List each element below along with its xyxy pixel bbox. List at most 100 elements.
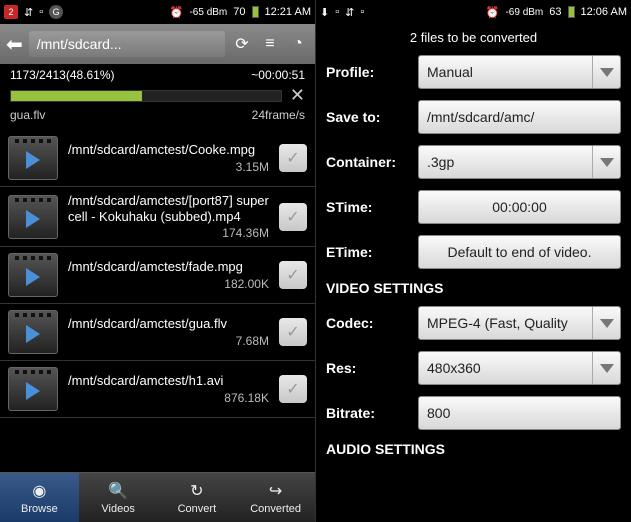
tab-label: Videos [101,503,134,515]
codec-label: Codec: [326,315,408,331]
etime-input[interactable]: Default to end of video. [418,235,621,269]
battery-level: 63 [549,6,561,18]
file-size: 7.68M [68,334,269,348]
signal-strength: -69 dBm [505,7,543,18]
cancel-progress-button[interactable]: ✕ [290,85,305,106]
bottom-tabs: ◉ Browse 🔍 Videos ↻ Convert ↪ Converted [0,472,315,522]
codec-value: MPEG-4 (Fast, Quality [427,315,568,331]
tab-label: Convert [178,503,217,515]
convert-settings-screen: ⬇ ▫ ⇵ ▫ ⏰ -69 dBm 63 12:06 AM 2 files to… [315,0,631,522]
android-icon: ▫ [39,6,43,18]
usb-icon: ⇵ [345,6,354,19]
android-icon: ▫ [360,6,364,18]
alarm-icon: ⏰ [486,6,500,19]
file-size: 174.36M [68,226,269,240]
etime-value: Default to end of video. [448,244,592,260]
path-display[interactable]: /mnt/sdcard... [29,31,225,57]
list-item[interactable]: /mnt/sdcard/amctest/fade.mpg 182.00K ✓ [0,247,315,304]
file-size: 182.00K [68,277,269,291]
video-thumb-icon [8,253,58,297]
tab-label: Converted [250,503,301,515]
file-name: /mnt/sdcard/amctest/gua.flv [68,316,269,332]
select-checkbox[interactable]: ✓ [279,375,307,403]
audio-settings-header: AUDIO SETTINGS [326,441,621,457]
file-name: /mnt/sdcard/amctest/h1.avi [68,373,269,389]
video-thumb-icon [8,367,58,411]
back-button[interactable]: ⬅ [6,32,23,57]
list-item[interactable]: /mnt/sdcard/amctest/[port87] supercell -… [0,187,315,247]
container-label: Container: [326,154,408,170]
codec-select[interactable]: MPEG-4 (Fast, Quality [418,306,621,340]
bitrate-label: Bitrate: [326,405,408,421]
file-name: /mnt/sdcard/amctest/Cooke.mpg [68,142,269,158]
list-item[interactable]: /mnt/sdcard/amctest/h1.avi 876.18K ✓ [0,361,315,418]
chevron-down-icon [600,364,614,373]
select-checkbox[interactable]: ✓ [279,261,307,289]
notification-badge: 2 [4,5,18,19]
profile-label: Profile: [326,64,408,80]
bitrate-input[interactable]: 800 [418,396,621,430]
stime-label: STime: [326,199,408,215]
alarm-icon: ⏰ [170,6,184,19]
video-thumb-icon [8,195,58,239]
signal-strength: -65 dBm [189,7,227,18]
settings-form: Profile: Manual Save to: /mnt/sdcard/amc… [316,51,631,471]
progress-fill [11,91,142,101]
status-bar-left: 2 ⇵ ▫ G ⏰ -65 dBm 70 12:21 AM [0,0,315,24]
list-item[interactable]: /mnt/sdcard/amctest/gua.flv 7.68M ✓ [0,304,315,361]
stime-input[interactable]: 00:00:00 [418,190,621,224]
chevron-down-icon [600,68,614,77]
toolbar: ⬅ /mnt/sdcard... ⟳ ≡ ◔ [0,24,315,64]
bitrate-value: 800 [427,405,450,421]
search-icon: 🔍 [108,481,128,501]
refresh-icon[interactable]: ⟳ [231,34,253,54]
res-label: Res: [326,360,408,376]
video-thumb-icon [8,136,58,180]
saveto-value: /mnt/sdcard/amc/ [427,109,534,125]
profile-select[interactable]: Manual [418,55,621,89]
frame-rate: 24frame/s [252,108,305,122]
res-select[interactable]: 480x360 [418,351,621,385]
saveto-label: Save to: [326,109,408,125]
res-value: 480x360 [427,360,481,376]
progress-bar [10,90,282,102]
clock-time: 12:21 AM [265,6,311,18]
chevron-down-icon [600,319,614,328]
browse-screen: 2 ⇵ ▫ G ⏰ -65 dBm 70 12:21 AM ⬅ /mnt/sdc… [0,0,315,522]
menu-icon[interactable]: ≡ [259,35,281,53]
file-size: 3.15M [68,160,269,174]
converted-icon: ↪ [269,481,282,501]
tab-videos[interactable]: 🔍 Videos [79,473,158,522]
progress-time: ~00:00:51 [251,68,305,82]
container-select[interactable]: .3gp [418,145,621,179]
video-settings-header: VIDEO SETTINGS [326,280,621,296]
download-icon: ⬇ [320,6,329,19]
sd-icon: ▫ [335,6,339,18]
file-name: /mnt/sdcard/amctest/fade.mpg [68,259,269,275]
tab-browse[interactable]: ◉ Browse [0,473,79,522]
status-bar-right: ⬇ ▫ ⇵ ▫ ⏰ -69 dBm 63 12:06 AM [316,0,631,24]
container-value: .3gp [427,154,454,170]
app-notif-icon: G [49,5,63,19]
clock-time: 12:06 AM [581,6,627,18]
select-checkbox[interactable]: ✓ [279,318,307,346]
battery-level: 70 [233,6,245,18]
progress-section: 1173/2413(48.61%) ~00:00:51 ✕ gua.flv 24… [0,64,315,130]
tab-label: Browse [21,503,58,515]
file-size: 876.18K [68,391,269,405]
saveto-input[interactable]: /mnt/sdcard/amc/ [418,100,621,134]
file-list: /mnt/sdcard/amctest/Cooke.mpg 3.15M ✓ /m… [0,130,315,418]
etime-label: ETime: [326,244,408,260]
current-file: gua.flv [10,108,45,122]
select-checkbox[interactable]: ✓ [279,203,307,231]
select-checkbox[interactable]: ✓ [279,144,307,172]
tag-icon[interactable]: ◔ [287,35,309,53]
convert-icon: ↻ [190,481,203,501]
stime-value: 00:00:00 [492,199,547,215]
usb-icon: ⇵ [24,6,33,19]
battery-icon [252,6,259,18]
list-item[interactable]: /mnt/sdcard/amctest/Cooke.mpg 3.15M ✓ [0,130,315,187]
file-name: /mnt/sdcard/amctest/[port87] supercell -… [68,193,269,224]
tab-convert[interactable]: ↻ Convert [158,473,237,522]
tab-converted[interactable]: ↪ Converted [236,473,315,522]
